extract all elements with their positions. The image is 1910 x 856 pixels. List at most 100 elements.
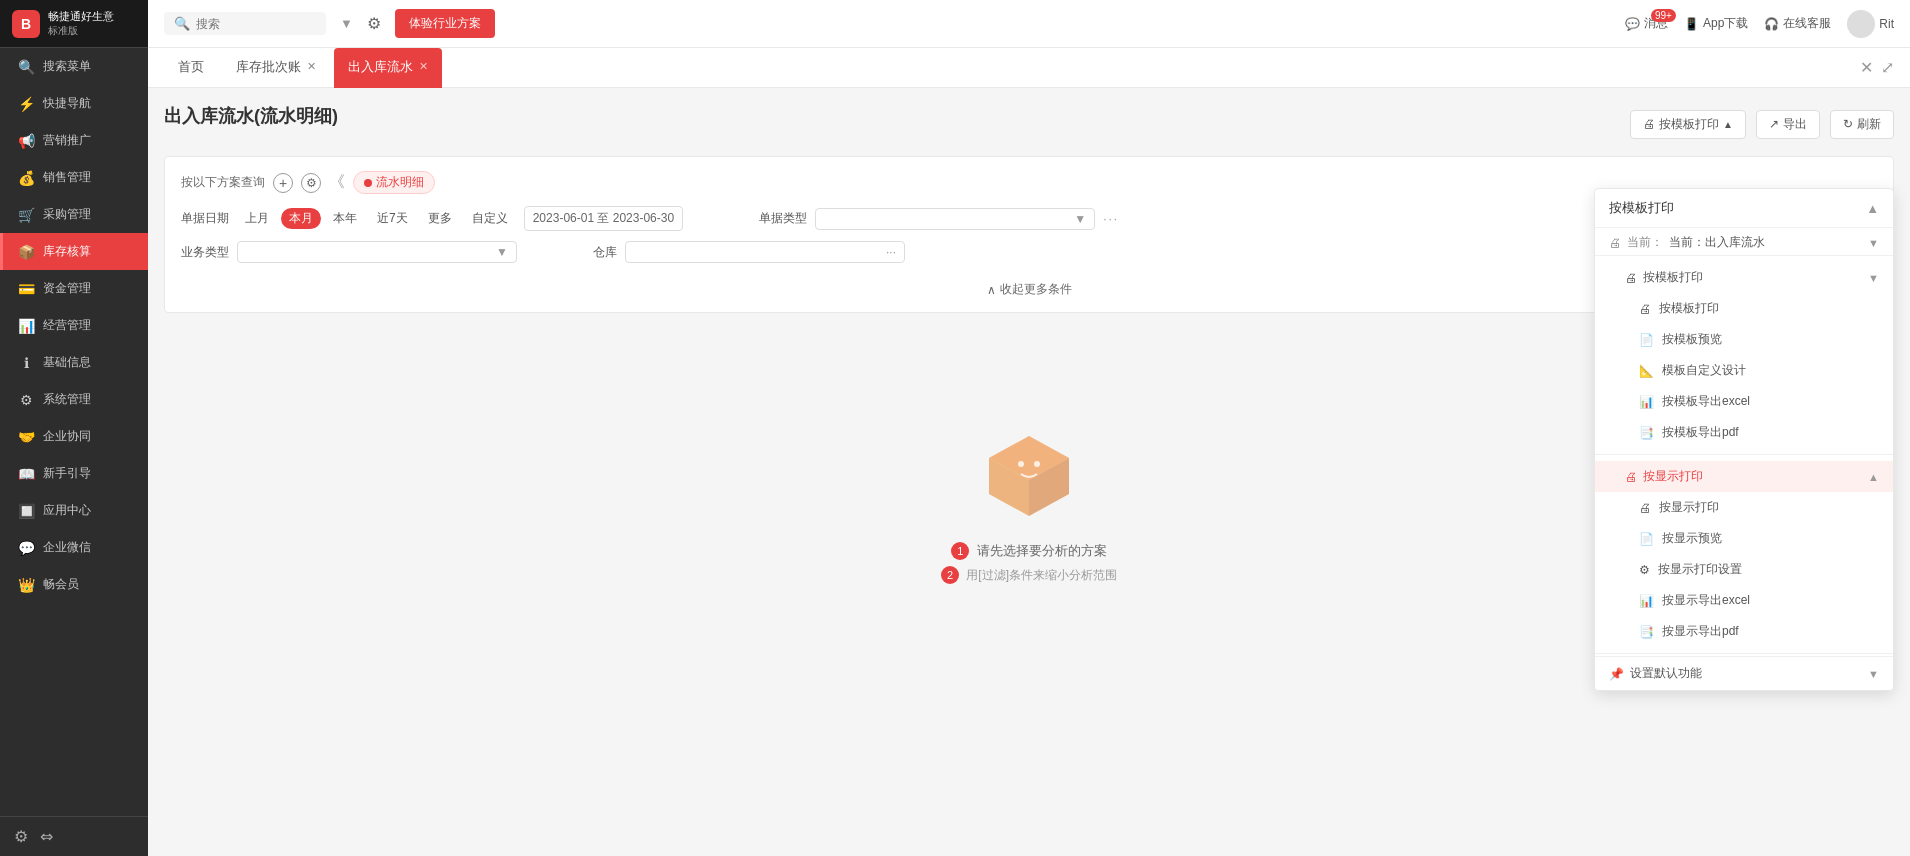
template-export-excel-label: 按模板导出excel	[1662, 393, 1750, 410]
sidebar-item-search[interactable]: 🔍 搜索菜单	[0, 48, 148, 85]
display-export-excel-item[interactable]: 📊 按显示导出excel	[1595, 585, 1893, 616]
set-default-icon: 📌	[1609, 667, 1624, 681]
sidebar-item-sales[interactable]: 💰 销售管理	[0, 159, 148, 196]
warehouse-select[interactable]: ···	[625, 241, 905, 263]
date-tabs: 上月 本月 本年 近7天 更多 自定义	[237, 208, 516, 229]
enterprise-coop-icon: 🤝	[17, 429, 35, 445]
sidebar-item-finance-label: 资金管理	[43, 280, 91, 297]
doc-type-more-button[interactable]: ···	[1103, 212, 1119, 226]
tab-batch-account-label: 库存批次账	[236, 58, 301, 76]
tab-batch-account[interactable]: 库存批次账 ✕	[222, 48, 330, 88]
active-filter-dot	[364, 179, 372, 187]
display-print-action-item[interactable]: 🖨 按显示打印	[1595, 492, 1893, 523]
print-panel-current-name: 当前：出入库流水	[1669, 234, 1862, 251]
topbar-search-box[interactable]: 🔍	[164, 12, 326, 35]
settings-icon[interactable]: ⚙	[14, 827, 28, 846]
print-panel-current-label: 当前：	[1627, 234, 1663, 251]
sidebar-item-enterprise-wechat[interactable]: 💬 企业微信	[0, 529, 148, 566]
date-tab-last-month[interactable]: 上月	[237, 208, 277, 229]
sidebar-item-operation[interactable]: 📊 经营管理	[0, 307, 148, 344]
print-panel: 按模板打印 ▲ 🖨 当前： 当前：出入库流水 ▼ 🖨 按模板打印	[1594, 188, 1894, 691]
sidebar-item-guide[interactable]: 📖 新手引导	[0, 455, 148, 492]
main-wrap: 🔍 ▼ ⚙ 体验行业方案 💬 消息 99+ 📱 App下载 🎧 在线客服 Rit	[148, 0, 1910, 856]
sidebar-item-basic-info[interactable]: ℹ 基础信息	[0, 344, 148, 381]
template-print-group-label-row: 🖨 按模板打印	[1625, 269, 1703, 286]
refresh-button[interactable]: ↻ 刷新	[1830, 110, 1894, 139]
topbar-search-input[interactable]	[196, 17, 316, 31]
display-print-group-label: 按显示打印	[1643, 468, 1703, 485]
empty-hint-1-text: 请先选择要分析的方案	[977, 543, 1107, 558]
filter-collapse-button[interactable]: 《	[329, 172, 345, 193]
display-preview-item[interactable]: 📄 按显示预览	[1595, 523, 1893, 554]
template-customize-item[interactable]: 📐 模板自定义设计	[1595, 355, 1893, 386]
quick-nav-icon: ⚡	[17, 96, 35, 112]
sys-manage-icon: ⚙	[17, 392, 35, 408]
filter-setting-button[interactable]: ⚙	[301, 173, 321, 193]
date-tab-this-year[interactable]: 本年	[325, 208, 365, 229]
finance-icon: 💳	[17, 281, 35, 297]
tab-expand-icon[interactable]: ⤢	[1881, 58, 1894, 77]
search-icon: 🔍	[17, 59, 35, 75]
sidebar-item-marketing[interactable]: 📢 营销推广	[0, 122, 148, 159]
biz-type-select[interactable]: ▼	[237, 241, 517, 263]
trial-industry-button[interactable]: 体验行业方案	[395, 9, 495, 38]
tab-close-window-icon[interactable]: ✕	[1860, 58, 1873, 77]
active-filter-tag[interactable]: 流水明细	[353, 171, 435, 194]
template-export-excel-icon: 📊	[1639, 395, 1654, 409]
export-label: 导出	[1783, 116, 1807, 133]
date-tab-this-month[interactable]: 本月	[281, 208, 321, 229]
set-default-row[interactable]: 📌 设置默认功能	[1609, 665, 1702, 682]
tab-inout-flow[interactable]: 出入库流水 ✕	[334, 48, 442, 88]
print-panel-up-icon[interactable]: ▲	[1866, 201, 1879, 216]
online-service-label: 在线客服	[1783, 15, 1831, 32]
date-range-input[interactable]: 2023-06-01 至 2023-06-30	[524, 206, 683, 231]
empty-state-icon	[979, 426, 1079, 526]
sidebar-item-finance[interactable]: 💳 资金管理	[0, 270, 148, 307]
filter-add-button[interactable]: +	[273, 173, 293, 193]
sidebar-item-purchase[interactable]: 🛒 采购管理	[0, 196, 148, 233]
message-button[interactable]: 💬 消息 99+	[1625, 15, 1668, 32]
template-print-action-item[interactable]: 🖨 按模板打印	[1595, 293, 1893, 324]
set-default-arrow-icon: ▼	[1868, 668, 1879, 680]
display-print-group-header[interactable]: 🖨 按显示打印 ▲	[1595, 461, 1893, 492]
sidebar-item-sys-manage[interactable]: ⚙ 系统管理	[0, 381, 148, 418]
template-export-pdf-item[interactable]: 📑 按模板导出pdf	[1595, 417, 1893, 448]
tab-inout-flow-close-icon[interactable]: ✕	[419, 60, 428, 73]
display-print-action-label: 按显示打印	[1659, 499, 1719, 516]
collapse-sidebar-icon[interactable]: ⇔	[40, 827, 53, 846]
warehouse-field: 仓库 ···	[593, 241, 905, 263]
date-tab-last-7-days[interactable]: 近7天	[369, 208, 416, 229]
sidebar-item-enterprise-coop[interactable]: 🤝 企业协同	[0, 418, 148, 455]
date-field-label: 单据日期	[181, 210, 229, 227]
topbar-chevron-icon: ▼	[340, 16, 353, 31]
print-template-button[interactable]: 🖨 按模板打印 ▲	[1630, 110, 1746, 139]
sales-icon: 💰	[17, 170, 35, 186]
topbar-right: 💬 消息 99+ 📱 App下载 🎧 在线客服 Rit	[1625, 10, 1894, 38]
doc-type-select[interactable]: ▼	[815, 208, 1095, 230]
doc-type-field: 单据类型 ▼ ···	[759, 208, 1119, 230]
date-tab-custom[interactable]: 自定义	[464, 208, 516, 229]
template-print-group-header[interactable]: 🖨 按模板打印 ▼	[1595, 262, 1893, 293]
export-button[interactable]: ↗ 导出	[1756, 110, 1820, 139]
topbar-gear-icon[interactable]: ⚙	[367, 14, 381, 33]
template-preview-item[interactable]: 📄 按模板预览	[1595, 324, 1893, 355]
vip-icon: 👑	[17, 577, 35, 593]
app-name-block: 畅捷通好生意 标准版	[48, 9, 114, 37]
app-download-button[interactable]: 📱 App下载	[1684, 15, 1748, 32]
tab-home-label: 首页	[178, 58, 204, 76]
display-print-setting-item[interactable]: ⚙ 按显示打印设置	[1595, 554, 1893, 585]
display-export-pdf-item[interactable]: 📑 按显示导出pdf	[1595, 616, 1893, 647]
sidebar-item-app-center[interactable]: 🔲 应用中心	[0, 492, 148, 529]
user-avatar-button[interactable]: Rit	[1847, 10, 1894, 38]
sidebar-item-quick-nav[interactable]: ⚡ 快捷导航	[0, 85, 148, 122]
sidebar-item-basic-info-label: 基础信息	[43, 354, 91, 371]
online-service-button[interactable]: 🎧 在线客服	[1764, 15, 1831, 32]
page-content: 出入库流水(流水明细) 🖨 按模板打印 ▲ ↗ 导出 ↻ 刷新	[148, 88, 1910, 856]
app-edition: 标准版	[48, 24, 114, 38]
date-tab-more[interactable]: 更多	[420, 208, 460, 229]
sidebar-item-inventory[interactable]: 📦 库存核算	[0, 233, 148, 270]
sidebar-item-vip[interactable]: 👑 畅会员	[0, 566, 148, 603]
tab-batch-account-close-icon[interactable]: ✕	[307, 60, 316, 73]
tab-home[interactable]: 首页	[164, 48, 218, 88]
template-export-excel-item[interactable]: 📊 按模板导出excel	[1595, 386, 1893, 417]
